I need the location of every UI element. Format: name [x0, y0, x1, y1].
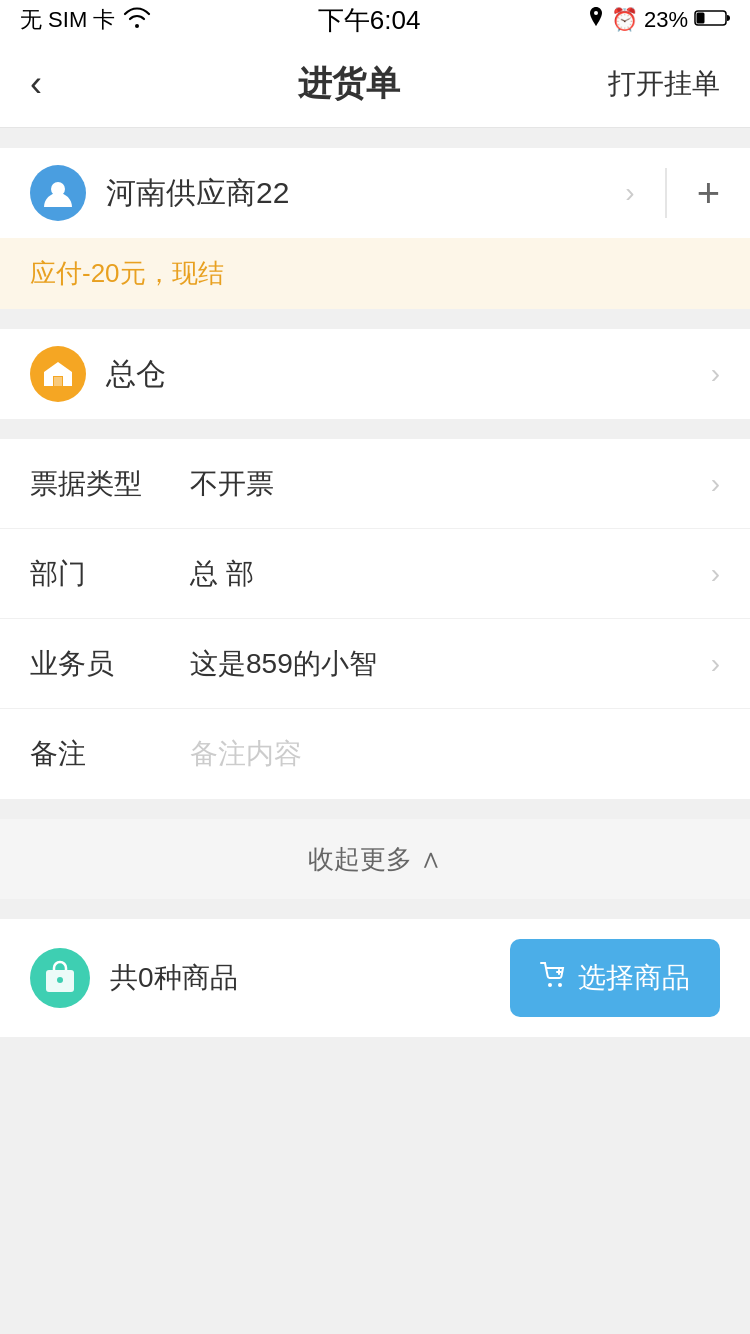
- product-count: 共0种商品: [110, 959, 510, 997]
- warehouse-row[interactable]: 总仓 ›: [0, 329, 750, 419]
- add-supplier-button[interactable]: +: [697, 171, 720, 216]
- select-product-label: 选择商品: [578, 959, 690, 997]
- salesperson-label: 业务员: [30, 645, 170, 683]
- supplier-avatar: [30, 165, 86, 221]
- department-chevron-icon: ›: [711, 558, 720, 590]
- alarm-icon: ⏰: [611, 7, 638, 33]
- warehouse-icon: [30, 346, 86, 402]
- select-product-button[interactable]: 选择商品: [510, 939, 720, 1017]
- salesperson-row[interactable]: 业务员 这是859的小智 ›: [0, 619, 750, 709]
- wifi-icon: [123, 6, 151, 34]
- svg-point-7: [57, 977, 63, 983]
- nav-bar: ‹ 进货单 打开挂单: [0, 40, 750, 128]
- battery-icon: [694, 7, 730, 33]
- remark-row[interactable]: 备注 备注内容: [0, 709, 750, 799]
- svg-point-0: [594, 11, 598, 15]
- page-background: [0, 1037, 750, 1334]
- signal-text: 无 SIM 卡: [20, 5, 115, 35]
- supplier-row[interactable]: 河南供应商22 › +: [0, 148, 750, 238]
- collapse-label: 收起更多 ∧: [308, 842, 441, 877]
- cart-icon: [540, 962, 568, 995]
- status-time: 下午6:04: [318, 3, 421, 38]
- location-icon: [587, 6, 605, 34]
- section-gap-1: [0, 128, 750, 148]
- supplier-chevron-icon: ›: [625, 177, 634, 209]
- department-value: 总 部: [170, 555, 711, 593]
- svg-rect-5: [54, 377, 62, 386]
- product-bar: 共0种商品 选择商品: [0, 919, 750, 1037]
- form-section: 票据类型 不开票 › 部门 总 部 › 业务员 这是859的小智 › 备注 备注…: [0, 439, 750, 799]
- collapse-button[interactable]: 收起更多 ∧: [0, 819, 750, 899]
- status-right: ⏰ 23%: [587, 6, 730, 34]
- open-pending-button[interactable]: 打开挂单: [608, 65, 720, 103]
- svg-rect-2: [697, 13, 705, 24]
- department-row[interactable]: 部门 总 部 ›: [0, 529, 750, 619]
- ticket-type-label: 票据类型: [30, 465, 170, 503]
- remark-placeholder: 备注内容: [170, 735, 720, 773]
- notice-banner: 应付-20元，现结: [0, 238, 750, 309]
- notice-text: 应付-20元，现结: [30, 258, 224, 288]
- ticket-type-row[interactable]: 票据类型 不开票 ›: [0, 439, 750, 529]
- product-icon: [30, 948, 90, 1008]
- supplier-section: 河南供应商22 › + 应付-20元，现结: [0, 148, 750, 309]
- svg-point-8: [548, 983, 552, 987]
- remark-label: 备注: [30, 735, 170, 773]
- ticket-type-value: 不开票: [170, 465, 711, 503]
- ticket-type-chevron-icon: ›: [711, 468, 720, 500]
- back-button[interactable]: ‹: [30, 63, 90, 105]
- battery-text: 23%: [644, 7, 688, 33]
- salesperson-chevron-icon: ›: [711, 648, 720, 680]
- page-title: 进货单: [298, 61, 400, 107]
- status-left: 无 SIM 卡: [20, 5, 151, 35]
- warehouse-chevron-icon: ›: [711, 358, 720, 390]
- salesperson-value: 这是859的小智: [170, 645, 711, 683]
- department-label: 部门: [30, 555, 170, 593]
- supplier-name: 河南供应商22: [106, 173, 625, 214]
- status-bar: 无 SIM 卡 下午6:04 ⏰ 23%: [0, 0, 750, 40]
- supplier-divider: [665, 168, 667, 218]
- warehouse-name: 总仓: [106, 354, 711, 395]
- svg-point-9: [558, 983, 562, 987]
